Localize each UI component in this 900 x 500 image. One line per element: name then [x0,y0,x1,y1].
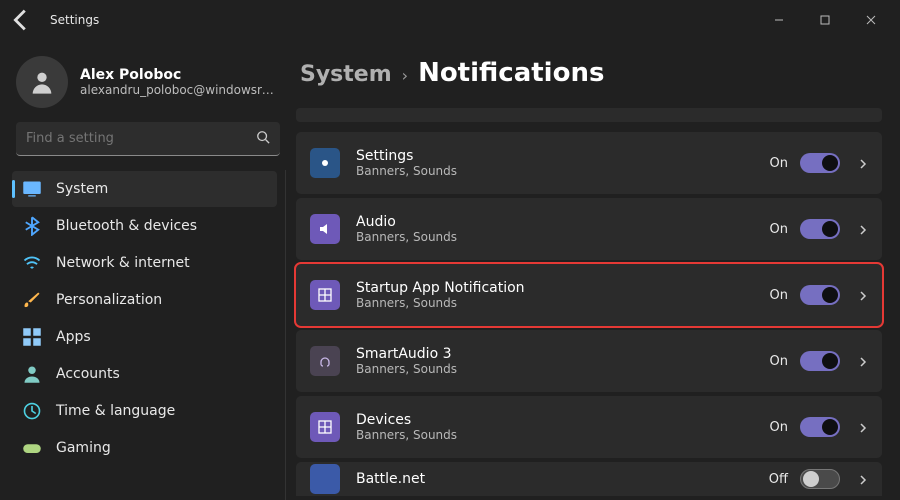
nav-label: Accounts [56,366,120,382]
time-icon [22,401,42,421]
app-subtitle: Banners, Sounds [356,362,770,376]
system-icon [22,179,42,199]
app-title: Battle.net [356,471,769,487]
app-icon [310,412,340,442]
nav-label: Apps [56,329,91,345]
minimize-button[interactable] [756,5,802,35]
window-title: Settings [50,13,99,27]
chevron-right-icon[interactable] [858,418,868,437]
nav-item-accounts[interactable]: Accounts [12,356,277,392]
close-button[interactable] [848,5,894,35]
wifi-icon [22,253,42,273]
nav-label: Time & language [56,403,175,419]
app-icon [310,464,340,494]
nav-list: System Bluetooth & devices Network & int… [10,170,286,500]
breadcrumb-parent[interactable]: System [300,62,392,87]
profile-email: alexandru_poloboc@windowsreport... [80,83,280,97]
app-icon [310,148,340,178]
app-title: Audio [356,214,770,230]
bluetooth-icon [22,216,42,236]
breadcrumb-sep-icon: › [402,66,408,85]
apps-icon [22,327,42,347]
nav-label: System [56,181,108,197]
chevron-right-icon[interactable] [858,470,868,489]
search-input[interactable] [26,131,256,146]
app-title: Settings [356,148,770,164]
toggle[interactable] [800,153,840,173]
app-subtitle: Banners, Sounds [356,164,770,178]
nav-item-network[interactable]: Network & internet [12,245,277,281]
nav-label: Bluetooth & devices [56,218,197,234]
toggle-state-label: On [770,222,788,237]
profile-name: Alex Poloboc [80,67,280,83]
app-subtitle: Banners, Sounds [356,428,770,442]
titlebar: Settings [0,0,900,40]
toggle-state-label: On [770,420,788,435]
toggle-state-label: Off [769,472,788,487]
app-icon [310,280,340,310]
list-header-collapsed [296,108,882,122]
page-title: Notifications [418,58,604,88]
maximize-button[interactable] [802,5,848,35]
app-title: SmartAudio 3 [356,346,770,362]
toggle[interactable] [800,351,840,371]
app-row-startup-app-notification[interactable]: Startup App Notification Banners, Sounds… [296,264,882,326]
app-subtitle: Banners, Sounds [356,296,770,310]
nav-item-time-language[interactable]: Time & language [12,393,277,429]
toggle[interactable] [800,417,840,437]
brush-icon [22,290,42,310]
window-controls [756,5,894,35]
chevron-right-icon[interactable] [858,154,868,173]
app-notification-list: Settings Banners, Sounds On Audio Banner… [296,108,882,496]
chevron-right-icon[interactable] [858,286,868,305]
app-row-smartaudio-3[interactable]: SmartAudio 3 Banners, Sounds On [296,330,882,392]
nav-item-system[interactable]: System [12,171,277,207]
nav-label: Personalization [56,292,162,308]
sidebar: Alex Poloboc alexandru_poloboc@windowsre… [0,40,290,500]
app-title: Startup App Notification [356,280,770,296]
nav-item-bluetooth[interactable]: Bluetooth & devices [12,208,277,244]
nav-item-gaming[interactable]: Gaming [12,430,277,466]
breadcrumb: System › Notifications [300,58,882,88]
search-icon [256,129,270,148]
nav-item-apps[interactable]: Apps [12,319,277,355]
app-row-devices[interactable]: Devices Banners, Sounds On [296,396,882,458]
main-content: System › Notifications Settings Banners,… [290,40,900,500]
back-button[interactable] [6,5,36,35]
accounts-icon [22,364,42,384]
profile-block[interactable]: Alex Poloboc alexandru_poloboc@windowsre… [10,52,286,122]
toggle[interactable] [800,285,840,305]
app-row-settings[interactable]: Settings Banners, Sounds On [296,132,882,194]
toggle[interactable] [800,219,840,239]
chevron-right-icon[interactable] [858,220,868,239]
app-row-battlenet[interactable]: Battle.net Off [296,462,882,496]
nav-label: Network & internet [56,255,190,271]
toggle-state-label: On [770,288,788,303]
app-row-audio[interactable]: Audio Banners, Sounds On [296,198,882,260]
chevron-right-icon[interactable] [858,352,868,371]
toggle-state-label: On [770,156,788,171]
search-box[interactable] [16,122,280,156]
avatar [16,56,68,108]
nav-item-personalization[interactable]: Personalization [12,282,277,318]
app-subtitle: Banners, Sounds [356,230,770,244]
app-icon [310,346,340,376]
gaming-icon [22,438,42,458]
app-icon [310,214,340,244]
toggle-state-label: On [770,354,788,369]
app-title: Devices [356,412,770,428]
toggle[interactable] [800,469,840,489]
nav-label: Gaming [56,440,111,456]
